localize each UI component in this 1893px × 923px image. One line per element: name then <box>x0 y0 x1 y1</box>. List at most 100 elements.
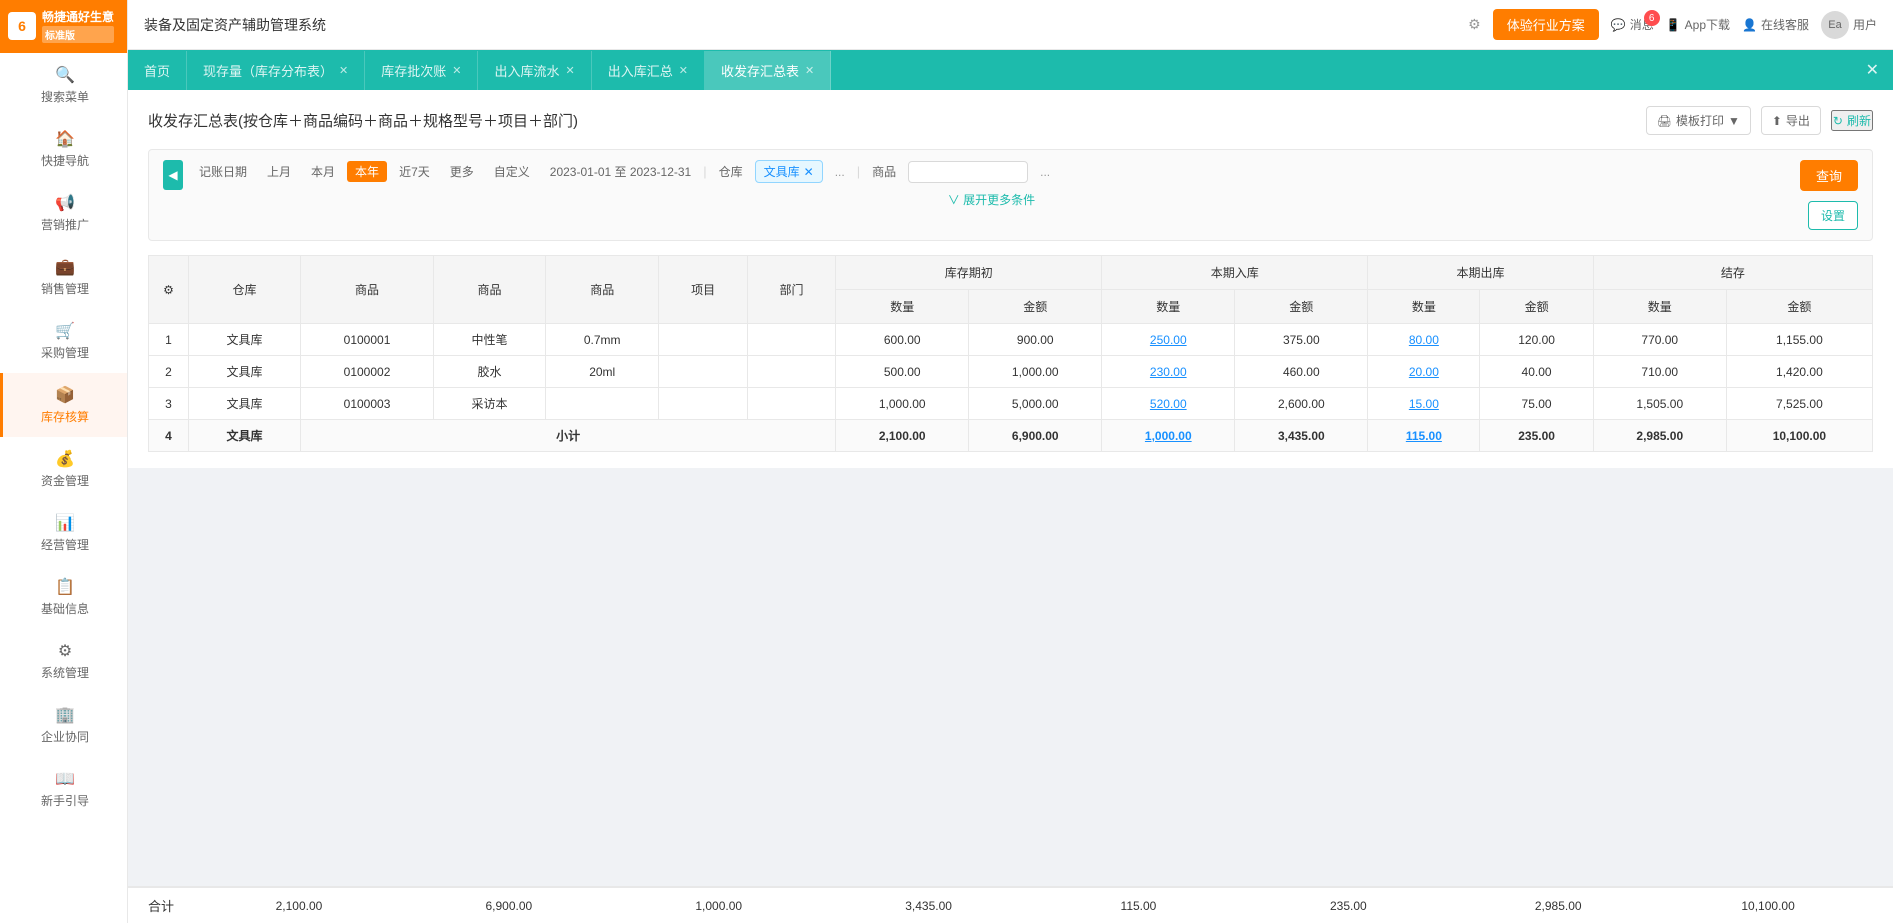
out-qty-link[interactable]: 15.00 <box>1409 397 1439 411</box>
tab-库存批次账[interactable]: 库存批次账✕ <box>365 51 478 90</box>
sidebar-item-system[interactable]: ⚙ 系统管理 <box>0 629 127 693</box>
row-out-qty[interactable]: 15.00 <box>1368 388 1480 420</box>
date-tab-custom[interactable]: 自定义 <box>486 161 538 182</box>
row-in-qty[interactable]: 520.00 <box>1102 388 1235 420</box>
system-icon: ⚙ <box>58 641 72 661</box>
th-out-amt: 金额 <box>1480 290 1593 324</box>
tab-收发存汇总表[interactable]: 收发存汇总表✕ <box>705 51 831 90</box>
row-seq: 1 <box>149 324 189 356</box>
th-settings[interactable]: ⚙ <box>149 256 189 324</box>
row-opening-amt: 1,000.00 <box>969 356 1102 388</box>
footer-opening-amt: 6,900.00 <box>404 899 614 913</box>
row-in-amt: 460.00 <box>1235 356 1368 388</box>
user-item[interactable]: Ea 用户 <box>1821 11 1877 39</box>
tab-close-icon[interactable]: ✕ <box>679 64 688 77</box>
sidebar-item-quick-nav[interactable]: 🏠 快捷导航 <box>0 117 127 181</box>
page-actions: 🖨 模板打印 ▼ ⬆ 导出 ↻ 刷新 <box>1646 106 1873 135</box>
print-button[interactable]: 🖨 模板打印 ▼ <box>1646 106 1751 135</box>
sidebar-label-basic-info: 基础信息 <box>41 600 89 617</box>
top-header: 装备及固定资产辅助管理系统 ⚙ 体验行业方案 💬 消息 6 📱 App下载 👤 … <box>128 0 1893 50</box>
message-item[interactable]: 💬 消息 6 <box>1611 16 1654 33</box>
row-project <box>659 388 747 420</box>
export-button[interactable]: ⬆ 导出 <box>1761 106 1821 135</box>
in-qty-link[interactable]: 230.00 <box>1150 365 1187 379</box>
tab-close-icon[interactable]: ✕ <box>452 64 461 77</box>
query-button[interactable]: 查询 <box>1800 160 1858 191</box>
date-tab-last-month[interactable]: 上月 <box>259 161 299 182</box>
th-opening-amt: 金额 <box>969 290 1102 324</box>
warehouse-tag-close[interactable]: ✕ <box>804 165 814 179</box>
row-warehouse: 文具库 <box>189 324 301 356</box>
app-download-label: App下载 <box>1685 16 1730 33</box>
row-in-amt: 375.00 <box>1235 324 1368 356</box>
date-tab-this-month[interactable]: 本月 <box>303 161 343 182</box>
sidebar-item-inventory[interactable]: 📦 库存核算 <box>0 373 127 437</box>
subtotal-out-qty-link[interactable]: 115.00 <box>1406 429 1442 443</box>
tab-现存量（库存分布表）[interactable]: 现存量（库存分布表）✕ <box>187 51 365 90</box>
expand-filter-button[interactable]: ∨ 展开更多条件 <box>948 191 1035 208</box>
online-service-item[interactable]: 👤 在线客服 <box>1742 16 1809 33</box>
out-qty-link[interactable]: 80.00 <box>1409 333 1439 347</box>
tab-出入库流水[interactable]: 出入库流水✕ <box>478 51 591 90</box>
guide-icon: 📖 <box>55 769 75 789</box>
sidebar-item-operation[interactable]: 📊 经营管理 <box>0 501 127 565</box>
date-tab-this-year[interactable]: 本年 <box>347 161 387 182</box>
tab-close-icon[interactable]: ✕ <box>339 64 348 77</box>
date-tab-7days[interactable]: 近7天 <box>391 161 438 182</box>
tab-close-icon[interactable]: ✕ <box>566 64 575 77</box>
warehouse-more[interactable]: ... <box>835 165 845 179</box>
sidebar-item-sales[interactable]: 💼 销售管理 <box>0 245 127 309</box>
message-badge: 6 <box>1644 10 1660 26</box>
row-goods-spec <box>546 388 659 420</box>
avatar: Ea <box>1821 11 1849 39</box>
sidebar-item-purchase[interactable]: 🛒 采购管理 <box>0 309 127 373</box>
set-button[interactable]: 设置 <box>1808 201 1858 230</box>
sidebar-item-basic-info[interactable]: 📋 基础信息 <box>0 565 127 629</box>
date-tab-more[interactable]: 更多 <box>442 161 482 182</box>
refresh-button[interactable]: ↻ 刷新 <box>1831 110 1873 131</box>
goods-more[interactable]: ... <box>1040 165 1050 179</box>
row-warehouse: 文具库 <box>189 388 301 420</box>
sidebar-label-operation: 经营管理 <box>41 536 89 553</box>
subtotal-seq: 4 <box>149 420 189 452</box>
out-qty-link[interactable]: 20.00 <box>1409 365 1439 379</box>
sidebar-item-search[interactable]: 🔍 搜索菜单 <box>0 53 127 117</box>
subtotal-out-qty: 115.00 <box>1368 420 1480 452</box>
goods-filter-input[interactable] <box>908 161 1028 183</box>
print-icon: 🖨 <box>1657 114 1672 128</box>
subtotal-in-amt: 3,435.00 <box>1235 420 1368 452</box>
footer-balance-qty: 2,985.00 <box>1453 899 1663 913</box>
sidebar-item-enterprise[interactable]: 🏢 企业协同 <box>0 693 127 757</box>
filter-toggle[interactable]: ◀ <box>163 160 183 190</box>
subtotal-balance-qty: 2,985.00 <box>1593 420 1726 452</box>
tab-出入库汇总[interactable]: 出入库汇总✕ <box>592 51 705 90</box>
subtotal-in-qty-link[interactable]: 1,000.00 <box>1145 429 1192 443</box>
experience-button[interactable]: 体验行业方案 <box>1493 9 1599 40</box>
in-qty-link[interactable]: 520.00 <box>1150 397 1187 411</box>
settings-icon[interactable]: ⚙ <box>1468 16 1481 33</box>
in-qty-link[interactable]: 250.00 <box>1150 333 1187 347</box>
tab-首页[interactable]: 首页 <box>128 51 187 90</box>
close-all-tabs[interactable]: ✕ <box>1852 50 1893 90</box>
logo-icon: 6 <box>8 12 36 40</box>
th-group-in: 本期入库 <box>1102 256 1368 290</box>
subtotal-out-amt: 235.00 <box>1480 420 1593 452</box>
row-in-qty[interactable]: 250.00 <box>1102 324 1235 356</box>
th-goods-spec: 商品 <box>546 256 659 324</box>
sidebar-item-marketing[interactable]: 📢 营销推广 <box>0 181 127 245</box>
table-container: ⚙ 仓库 商品 商品 商品 项目 部门 库存期初 本期入库 本期出库 结存 <box>148 255 1873 452</box>
subtotal-opening-qty: 2,100.00 <box>836 420 969 452</box>
warehouse-tag[interactable]: 文具库 ✕ <box>755 160 823 183</box>
row-in-qty[interactable]: 230.00 <box>1102 356 1235 388</box>
app-logo: 6 畅捷通好生意 标准版 <box>0 0 127 53</box>
column-settings-icon[interactable]: ⚙ <box>163 283 174 297</box>
app-download-item[interactable]: 📱 App下载 <box>1666 16 1730 33</box>
row-dept <box>747 324 835 356</box>
sidebar-item-guide[interactable]: 📖 新手引导 <box>0 757 127 821</box>
row-goods-spec: 0.7mm <box>546 324 659 356</box>
row-out-qty[interactable]: 80.00 <box>1368 324 1480 356</box>
sidebar-item-finance[interactable]: 💰 资金管理 <box>0 437 127 501</box>
row-goods-code: 0100001 <box>301 324 434 356</box>
tab-close-icon[interactable]: ✕ <box>805 64 814 77</box>
row-out-qty[interactable]: 20.00 <box>1368 356 1480 388</box>
